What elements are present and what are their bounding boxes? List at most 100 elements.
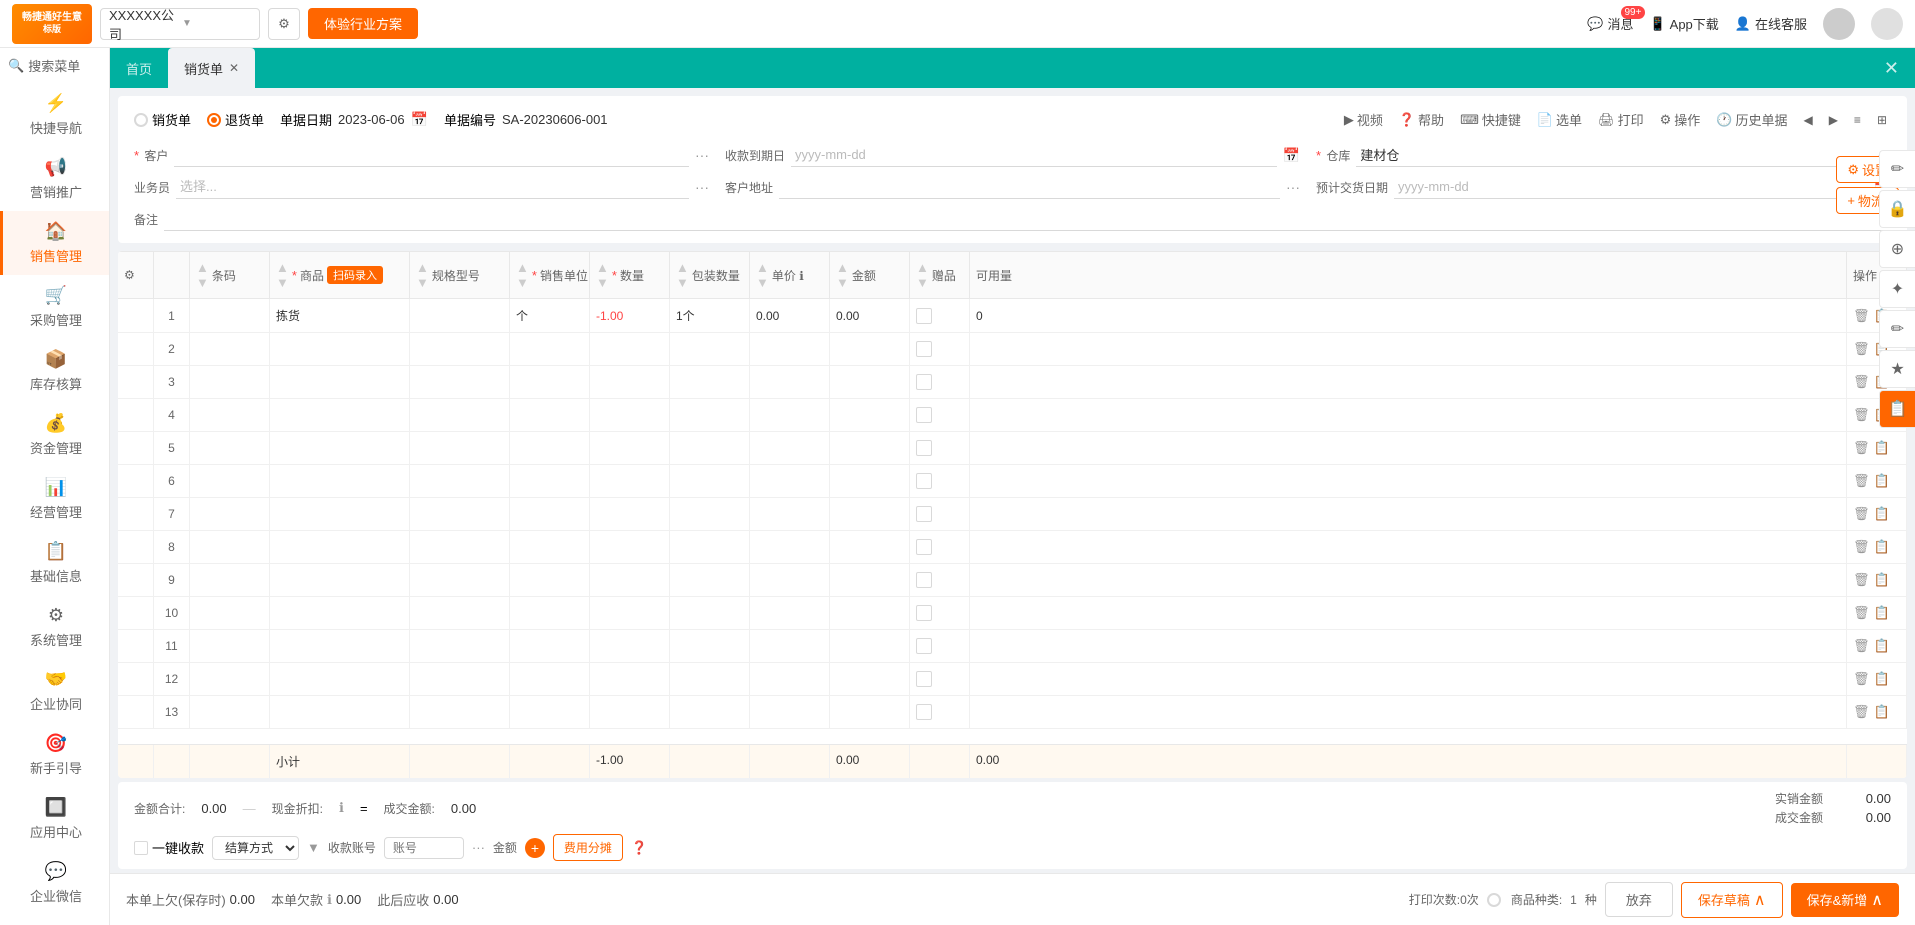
td-spec[interactable] (410, 696, 510, 728)
td-goods[interactable] (270, 465, 410, 497)
delete-icon[interactable]: 🗑 (1853, 440, 1870, 456)
td-unit[interactable] (510, 432, 590, 464)
td-price[interactable] (750, 366, 830, 398)
td-qty[interactable] (590, 663, 670, 695)
select-btn[interactable]: 📄 选单 (1533, 108, 1586, 131)
sidebar-item-newbie[interactable]: 🎯 新手引导 (0, 723, 109, 787)
due-date-input[interactable] (791, 143, 1277, 167)
td-barcode[interactable] (190, 465, 270, 497)
customer-input[interactable] (174, 143, 689, 167)
gift-checkbox[interactable] (916, 506, 932, 522)
discard-btn[interactable]: 放弃 (1605, 882, 1673, 917)
trial-btn[interactable]: 体验行业方案 (308, 8, 418, 39)
td-row1-goods[interactable]: 拣货 (270, 299, 410, 332)
float-btn-edit[interactable]: ✏ (1879, 150, 1915, 188)
td-gift[interactable] (910, 597, 970, 629)
td-price[interactable] (750, 531, 830, 563)
shortcut-btn[interactable]: ⌨ 快捷键 (1456, 108, 1525, 131)
td-spec[interactable] (410, 564, 510, 596)
td-unit[interactable] (510, 498, 590, 530)
expected-delivery-input[interactable] (1394, 175, 1868, 199)
grid-view-btn[interactable]: ⊞ (1873, 111, 1891, 129)
td-pack[interactable] (670, 432, 750, 464)
td-spec[interactable] (410, 663, 510, 695)
td-row1-spec[interactable] (410, 299, 510, 332)
radio-sales[interactable]: 销货单 (134, 110, 191, 129)
td-pack[interactable] (670, 531, 750, 563)
gift-checkbox[interactable] (916, 638, 932, 654)
app-download-btn[interactable]: 📱 App下载 (1649, 14, 1718, 33)
copy-icon[interactable]: 📋 (1874, 539, 1890, 555)
td-barcode[interactable] (190, 531, 270, 563)
copy-icon[interactable]: 📋 (1874, 638, 1890, 654)
td-gift[interactable] (910, 366, 970, 398)
more-icon-account[interactable]: ··· (472, 840, 485, 855)
settings-icon[interactable]: ⚙ (268, 8, 300, 40)
radio-return[interactable]: 退货单 (207, 110, 264, 129)
td-qty[interactable] (590, 696, 670, 728)
add-payment-btn[interactable]: + (525, 838, 545, 858)
gift-checkbox[interactable] (916, 539, 932, 555)
td-pack[interactable] (670, 333, 750, 365)
td-amount[interactable] (830, 432, 910, 464)
tab-sales-order[interactable]: 销货单 ✕ (168, 48, 255, 88)
td-pack[interactable] (670, 597, 750, 629)
td-price[interactable] (750, 432, 830, 464)
delete-icon[interactable]: 🗑 (1853, 506, 1870, 522)
gift-checkbox[interactable] (916, 704, 932, 720)
td-qty[interactable] (590, 432, 670, 464)
td-pack[interactable] (670, 465, 750, 497)
td-unit[interactable] (510, 597, 590, 629)
td-barcode[interactable] (190, 366, 270, 398)
customer-addr-input[interactable] (779, 175, 1280, 199)
copy-icon[interactable]: 📋 (1874, 605, 1890, 621)
td-gift[interactable] (910, 333, 970, 365)
scan-btn[interactable]: 扫码录入 (327, 266, 383, 284)
customer-more-icon[interactable]: ··· (695, 147, 709, 163)
td-qty[interactable] (590, 564, 670, 596)
delete-icon[interactable]: 🗑 (1853, 572, 1870, 588)
gift-checkbox[interactable] (916, 572, 932, 588)
gift-checkbox[interactable] (916, 605, 932, 621)
sidebar-item-marketing[interactable]: 📢 营销推广 (0, 147, 109, 211)
copy-icon[interactable]: 📋 (1874, 704, 1890, 720)
td-row1-qty[interactable]: -1.00 (590, 299, 670, 332)
td-qty[interactable] (590, 597, 670, 629)
td-spec[interactable] (410, 531, 510, 563)
td-price[interactable] (750, 564, 830, 596)
video-btn[interactable]: ▶ 视频 (1340, 108, 1387, 131)
td-row1-pack[interactable]: 1个 (670, 299, 750, 332)
td-gift[interactable] (910, 696, 970, 728)
td-gift[interactable] (910, 465, 970, 497)
td-price[interactable] (750, 663, 830, 695)
td-unit[interactable] (510, 630, 590, 662)
next-btn[interactable]: ▶ (1825, 111, 1842, 129)
td-amount[interactable] (830, 498, 910, 530)
td-amount[interactable] (830, 465, 910, 497)
sidebar-item-sales[interactable]: 🏠 销售管理 (0, 211, 109, 275)
td-amount[interactable] (830, 366, 910, 398)
td-pack[interactable] (670, 663, 750, 695)
copy-icon[interactable]: 📋 (1874, 671, 1890, 687)
td-spec[interactable] (410, 399, 510, 431)
td-amount[interactable] (830, 333, 910, 365)
td-gift[interactable] (910, 564, 970, 596)
td-pack[interactable] (670, 366, 750, 398)
copy-icon[interactable]: 📋 (1874, 572, 1890, 588)
td-price[interactable] (750, 498, 830, 530)
save-new-btn[interactable]: 保存&新增 ∧ (1791, 883, 1899, 917)
td-amount[interactable] (830, 564, 910, 596)
sidebar-item-quick-nav[interactable]: ⚡ 快捷导航 (0, 83, 109, 147)
td-spec[interactable] (410, 465, 510, 497)
company-selector[interactable]: XXXXXX公司 ▼ (100, 8, 260, 40)
online-service-btn[interactable]: 👤 在线客服 (1735, 14, 1807, 33)
td-price[interactable] (750, 399, 830, 431)
delete-icon-1[interactable]: 🗑 (1853, 308, 1870, 324)
sidebar-item-wechat[interactable]: 💬 企业微信 (0, 851, 109, 915)
gift-checkbox[interactable] (916, 671, 932, 687)
td-price[interactable] (750, 630, 830, 662)
copy-icon[interactable]: 📋 (1874, 506, 1890, 522)
td-goods[interactable] (270, 531, 410, 563)
td-spec[interactable] (410, 432, 510, 464)
th-settings[interactable]: ⚙ (118, 252, 154, 298)
